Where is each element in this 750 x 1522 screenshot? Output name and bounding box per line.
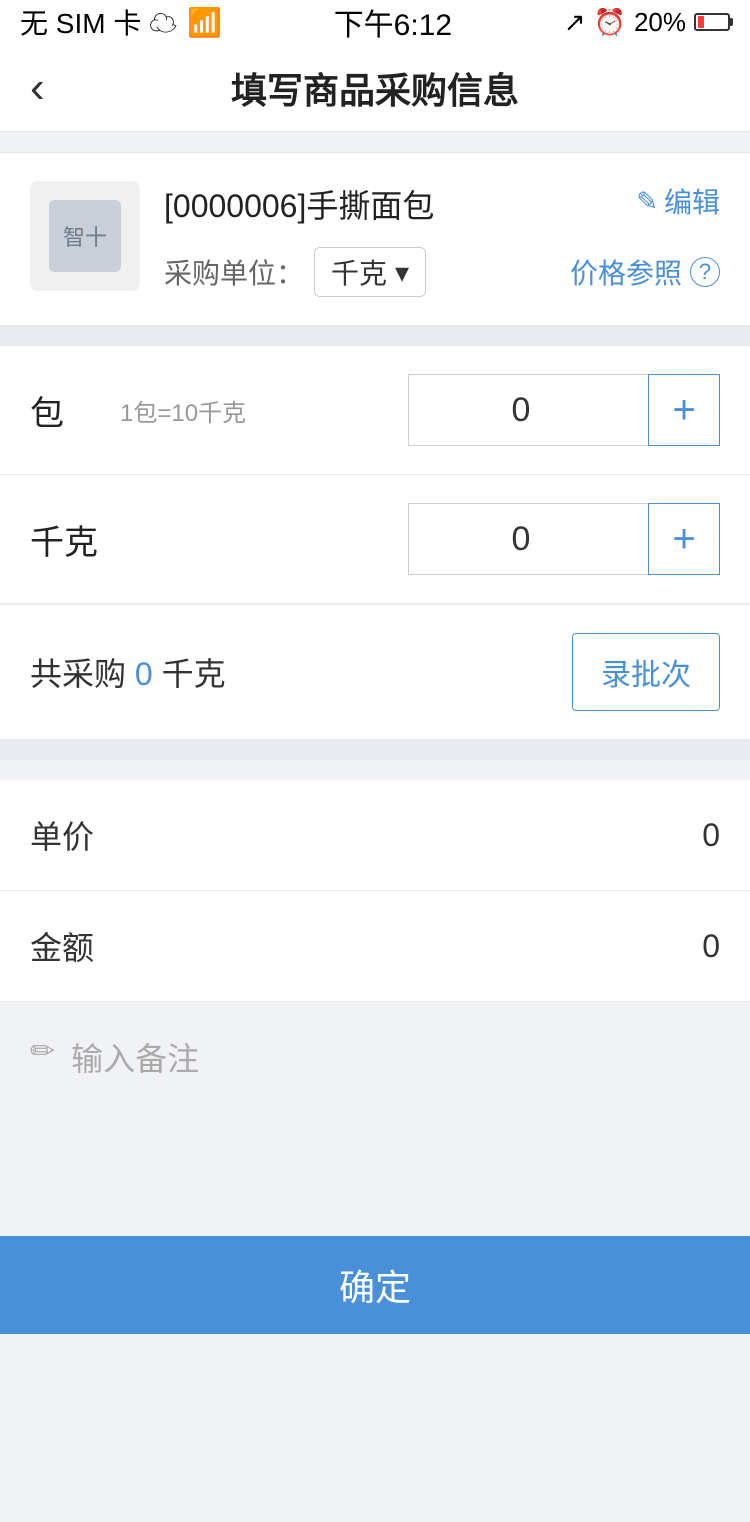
section-separator-1 [0, 326, 750, 346]
unit-price-label: 单价 [30, 812, 702, 858]
product-unit-row: 采购单位： 千克 ▾ 价格参照 ? [164, 247, 720, 297]
page-title: 填写商品采购信息 [231, 62, 519, 114]
amount-row: 金额 0 [0, 891, 750, 1002]
confirm-button[interactable]: 确定 [0, 1236, 750, 1334]
pencil-icon: ✏ [30, 1034, 55, 1069]
remark-placeholder: 输入备注 [71, 1034, 199, 1080]
kg-input-row: 千克 + [0, 475, 750, 604]
no-sim-label: 无 SIM 卡 ☁ [20, 2, 177, 42]
price-ref-help-icon: ? [690, 257, 720, 287]
kg-plus-button[interactable]: + [648, 503, 720, 575]
unit-prefix-label: 采购单位： [164, 252, 304, 292]
product-info: [0000006]手撕面包 ✎ 编辑 采购单位： 千克 ▾ 价格参照 ? [164, 181, 720, 297]
back-button[interactable]: ‹ [30, 66, 45, 110]
status-right: ↗ ⏰ 20% [564, 7, 730, 38]
product-card: 智十 [0000006]手撕面包 ✎ 编辑 采购单位： 千克 ▾ 价格参照 ? [0, 152, 750, 326]
product-top-row: [0000006]手撕面包 ✎ 编辑 [164, 181, 720, 227]
summary-text: 共采购 0 千克 [30, 649, 572, 695]
batch-record-button[interactable]: 录批次 [572, 633, 720, 711]
unit-price-value: 0 [702, 817, 720, 854]
status-bar: 无 SIM 卡 ☁ 📶 下午6:12 ↗ ⏰ 20% [0, 0, 750, 44]
remark-section[interactable]: ✏ 输入备注 [0, 1002, 750, 1122]
bao-sublabel: 1包=10千克 [120, 393, 246, 428]
summary-unit: 千克 [162, 656, 226, 692]
battery-pct: 20% [634, 7, 686, 38]
dropdown-arrow-icon: ▾ [395, 256, 409, 289]
nav-bar: ‹ 填写商品采购信息 [0, 44, 750, 132]
amount-value: 0 [702, 928, 720, 965]
bao-label: 包 [30, 386, 110, 435]
battery-icon [694, 13, 730, 31]
edit-label: 编辑 [664, 181, 720, 221]
product-name: [0000006]手撕面包 [164, 181, 434, 227]
section-separator-2 [0, 740, 750, 760]
status-time: 下午6:12 [334, 0, 452, 44]
bao-plus-button[interactable]: + [648, 374, 720, 446]
confirm-button-label: 确定 [339, 1259, 411, 1311]
kg-label: 千克 [30, 515, 110, 564]
product-logo: 智十 [49, 200, 121, 272]
kg-qty-input[interactable] [408, 503, 648, 575]
quantity-input-section: 包 1包=10千克 + 千克 + 共采购 0 千克 录批次 [0, 346, 750, 740]
kg-qty-input-wrap: + [408, 503, 720, 575]
edit-icon: ✎ [636, 186, 658, 217]
bao-qty-input-wrap: + [408, 374, 720, 446]
edit-button[interactable]: ✎ 编辑 [636, 181, 720, 221]
summary-prefix: 共采购 [30, 656, 126, 692]
bao-qty-input[interactable] [408, 374, 648, 446]
status-left: 无 SIM 卡 ☁ 📶 [20, 2, 222, 42]
product-thumbnail: 智十 [30, 181, 140, 291]
price-info-section: 单价 0 金额 0 [0, 780, 750, 1002]
bao-input-row: 包 1包=10千克 + [0, 346, 750, 475]
location-icon: ↗ [564, 7, 586, 38]
alarm-icon: ⏰ [594, 7, 626, 38]
price-ref-label: 价格参照 [570, 252, 682, 292]
wifi-icon: 📶 [187, 6, 222, 39]
unit-select-dropdown[interactable]: 千克 ▾ [314, 247, 426, 297]
summary-row: 共采购 0 千克 录批次 [0, 604, 750, 740]
unit-value: 千克 [331, 252, 387, 292]
price-reference-button[interactable]: 价格参照 ? [570, 252, 720, 292]
unit-price-row: 单价 0 [0, 780, 750, 891]
amount-label: 金额 [30, 923, 702, 969]
summary-amount: 0 [135, 656, 153, 692]
